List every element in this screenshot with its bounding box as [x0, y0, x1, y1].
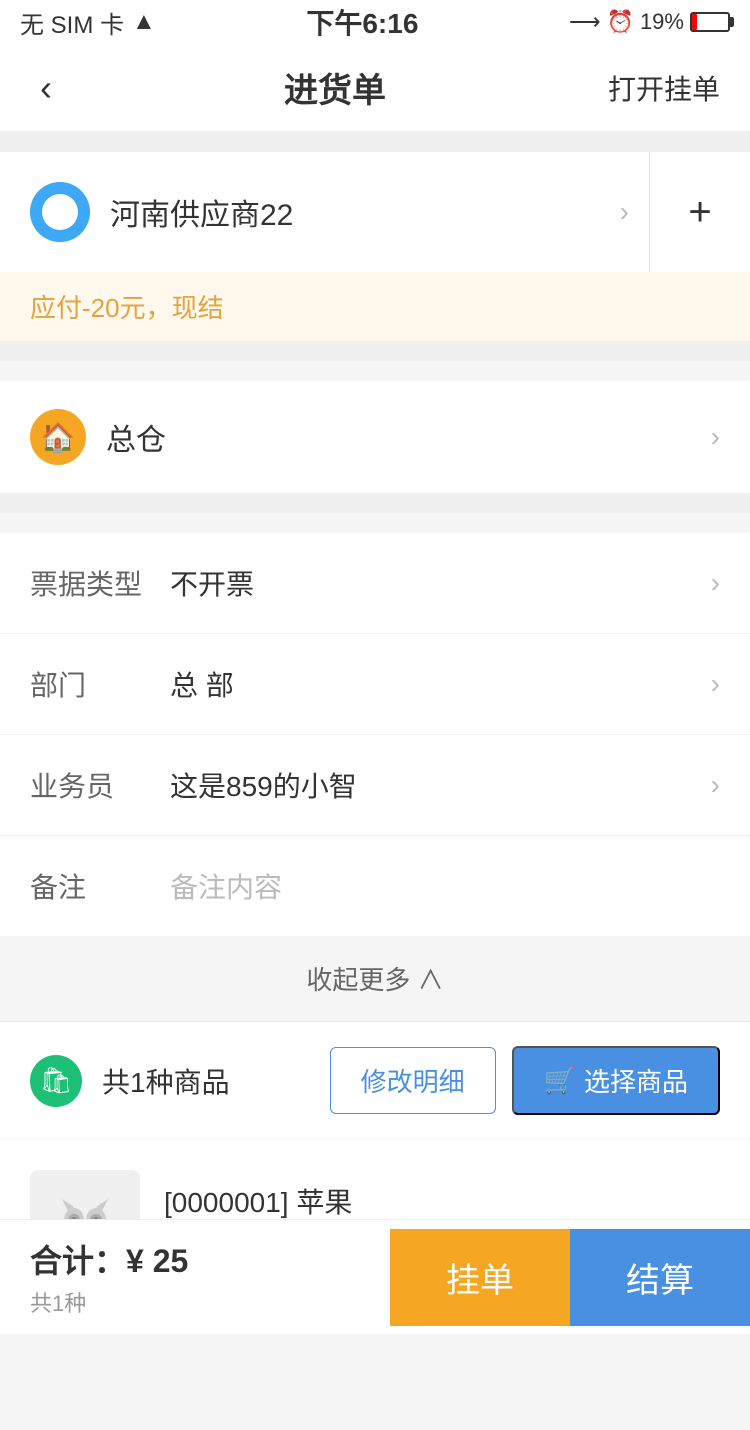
warehouse-icon: 🏠 [30, 409, 86, 465]
remark-row[interactable]: 备注 备注内容 [0, 836, 750, 936]
battery-icon [690, 12, 730, 32]
bottom-bar: 合计：¥ 25 共1种 挂单 结算 [0, 1219, 750, 1334]
remark-label: 备注 [30, 866, 170, 906]
product-count-label: 共1种商品 [102, 1061, 330, 1101]
back-button[interactable]: ‹ [30, 57, 62, 119]
department-row[interactable]: 部门 总 部 › [0, 634, 750, 735]
location-icon: ⟶ [569, 9, 601, 35]
section-gap-3 [0, 493, 750, 513]
supplier-avatar [30, 182, 90, 242]
wifi-icon: ▲ [132, 8, 156, 36]
page-title: 进货单 [284, 63, 386, 112]
total-section: 合计：¥ 25 共1种 [0, 1220, 390, 1334]
remark-value: 备注内容 [170, 866, 720, 906]
total-value: ¥ 25 [126, 1243, 188, 1279]
supplier-section: 河南供应商22 › + [0, 152, 750, 272]
invoice-type-chevron-icon: › [711, 567, 720, 599]
salesperson-chevron-icon: › [711, 769, 720, 801]
select-product-button[interactable]: 🛒 选择商品 [512, 1046, 720, 1115]
total-label: 合计： [30, 1243, 126, 1279]
department-value: 总 部 [170, 664, 701, 704]
add-supplier-button[interactable]: + [650, 160, 750, 265]
product-count-icon: 🛍 [30, 1055, 82, 1107]
bag-icon: 🛍 [39, 1065, 72, 1096]
product-header: 🛍 共1种商品 修改明细 🛒 选择商品 [0, 1021, 750, 1139]
supplier-select[interactable]: 河南供应商22 › [0, 152, 650, 272]
carrier-text: 无 SIM 卡 [20, 5, 124, 40]
department-chevron-icon: › [711, 668, 720, 700]
nav-bar: ‹ 进货单 打开挂单 [0, 44, 750, 132]
status-left: 无 SIM 卡 ▲ [20, 5, 156, 40]
supplier-chevron-icon: › [620, 196, 629, 228]
cart-icon: 🛒 [544, 1065, 576, 1096]
warning-banner: 应付-20元，现结 [0, 272, 750, 341]
product-name: [0000001] 苹果 [164, 1181, 670, 1221]
suspend-button[interactable]: 挂单 [390, 1229, 570, 1326]
house-icon: 🏠 [41, 421, 76, 454]
battery-text: 19% [640, 9, 684, 35]
total-amount: 合计：¥ 25 [30, 1236, 360, 1282]
warehouse-chevron-icon: › [711, 421, 720, 453]
status-right: ⟶ ⏰ 19% [569, 9, 730, 35]
salesperson-value: 这是859的小智 [170, 765, 701, 805]
select-product-label: 选择商品 [584, 1062, 688, 1099]
invoice-type-label: 票据类型 [30, 563, 170, 603]
supplier-name: 河南供应商22 [110, 190, 610, 234]
salesperson-label: 业务员 [30, 765, 170, 805]
status-time: 下午6:16 [306, 2, 418, 42]
invoice-type-row[interactable]: 票据类型 不开票 › [0, 533, 750, 634]
total-count: 共1种 [30, 1286, 360, 1318]
collapse-bar[interactable]: 收起更多 ∧ [0, 936, 750, 1021]
section-gap-1 [0, 132, 750, 152]
avatar-inner [42, 194, 78, 230]
status-bar: 无 SIM 卡 ▲ 下午6:16 ⟶ ⏰ 19% [0, 0, 750, 44]
warehouse-name: 总仓 [106, 415, 701, 459]
invoice-type-value: 不开票 [170, 563, 701, 603]
alarm-icon: ⏰ [607, 9, 634, 35]
form-section: 票据类型 不开票 › 部门 总 部 › 业务员 这是859的小智 › 备注 备注… [0, 533, 750, 936]
department-label: 部门 [30, 664, 170, 704]
section-gap-2 [0, 341, 750, 361]
open-pending-button[interactable]: 打开挂单 [608, 68, 720, 108]
checkout-button[interactable]: 结算 [570, 1229, 750, 1326]
edit-detail-button[interactable]: 修改明细 [330, 1047, 496, 1114]
salesperson-row[interactable]: 业务员 这是859的小智 › [0, 735, 750, 836]
warehouse-section[interactable]: 🏠 总仓 › [0, 381, 750, 493]
